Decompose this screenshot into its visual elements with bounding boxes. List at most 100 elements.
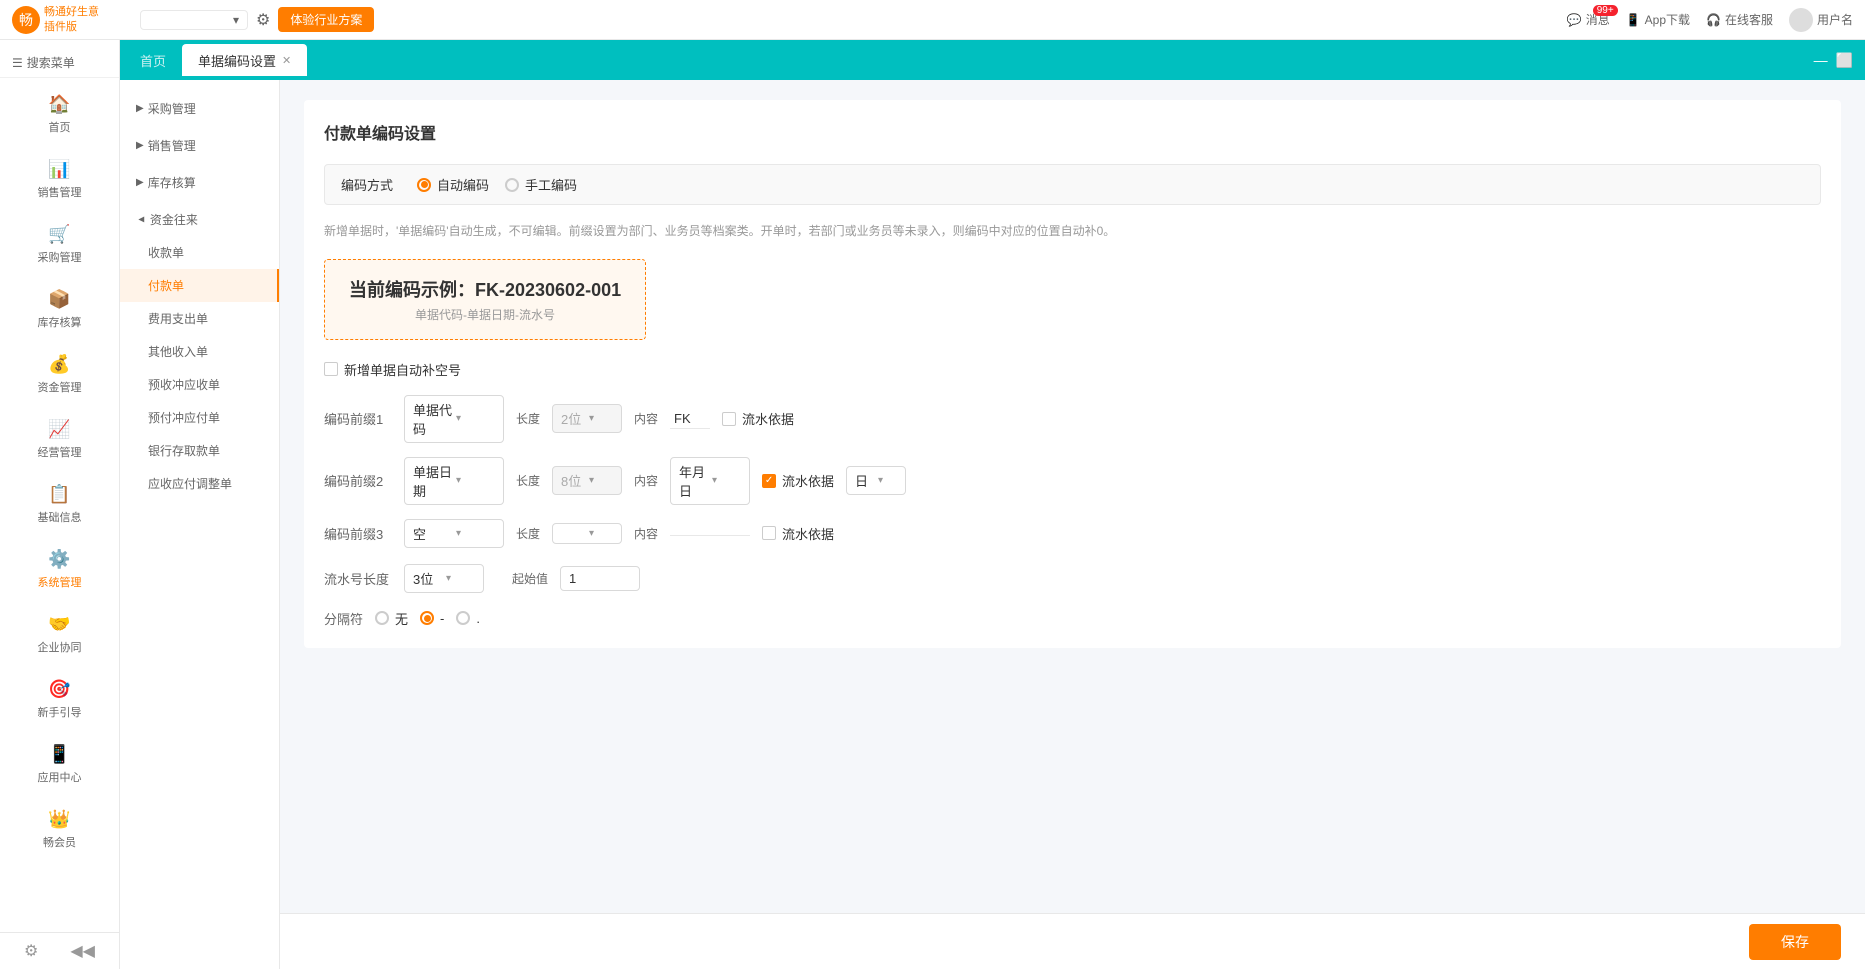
- sidebar-item-enterprise[interactable]: 🤝 企业协同: [8, 604, 111, 665]
- top-bar-left: 畅 畅通好生意 插件版 ▾ ⚙ 体验行业方案: [12, 5, 1559, 34]
- sep-dash[interactable]: -: [420, 611, 444, 626]
- sidebar-item-sales[interactable]: 📊 销售管理: [8, 149, 111, 210]
- tab-home[interactable]: 首页: [124, 44, 182, 76]
- sidebar-item-basic-label: 基础信息: [38, 509, 82, 525]
- sidebar-item-inventory[interactable]: 📦 库存核算: [8, 279, 111, 340]
- serial-length-label: 流水号长度: [324, 569, 392, 588]
- prefix3-select[interactable]: 空 ▾: [404, 519, 504, 548]
- chevron-down-icon: ▾: [446, 573, 475, 584]
- sub-sidebar-item-adjust[interactable]: 应收应付调整单: [120, 467, 279, 500]
- guide-icon: 🎯: [48, 679, 70, 700]
- gear-icon[interactable]: ⚙: [256, 10, 270, 30]
- sidebar-item-guide[interactable]: 🎯 新手引导: [8, 669, 111, 730]
- settings-icon[interactable]: ⚙: [24, 941, 38, 961]
- sidebar-item-home[interactable]: 🏠 首页: [8, 84, 111, 145]
- sep-dash-label: -: [440, 611, 444, 626]
- sub-sidebar-item-receipt[interactable]: 收款单: [120, 236, 279, 269]
- sub-sidebar-item-bank[interactable]: 银行存取款单: [120, 434, 279, 467]
- sub-sidebar-group-purchase-title[interactable]: ▶ 采购管理: [120, 92, 279, 125]
- sep-dot[interactable]: .: [456, 611, 480, 626]
- sub-sidebar-item-income[interactable]: 其他收入单: [120, 335, 279, 368]
- sidebar-item-enterprise-label: 企业协同: [38, 639, 82, 655]
- prefix1-select-value: 单据代码: [413, 400, 452, 438]
- app-download-label: App下载: [1645, 11, 1690, 28]
- sidebar-item-operations[interactable]: 📈 经营管理: [8, 409, 111, 470]
- auto-fill-checkbox[interactable]: [324, 362, 338, 376]
- prefix2-flow-checkbox[interactable]: ✓: [762, 474, 776, 488]
- sub-sidebar-item-payment[interactable]: 付款单: [120, 269, 279, 302]
- sep-none[interactable]: 无: [375, 609, 408, 628]
- sub-sidebar-group-capital-title[interactable]: ▼ 资金往来: [120, 203, 279, 236]
- prefix-form-rows: 编码前缀1 单据代码 ▾ 长度 2位 ▾ 内容: [324, 395, 1821, 548]
- enterprise-icon: 🤝: [48, 614, 70, 635]
- basic-icon: 📋: [48, 484, 70, 505]
- member-icon: 👑: [48, 809, 70, 830]
- radio-auto[interactable]: 自动编码: [417, 175, 489, 194]
- explore-btn[interactable]: 体验行业方案: [278, 7, 374, 32]
- prefix3-flow-checkbox[interactable]: [762, 526, 776, 540]
- tab-home-label: 首页: [140, 51, 166, 70]
- sub-sidebar-item-prepay[interactable]: 预付冲应付单: [120, 401, 279, 434]
- sub-sidebar-capital-label: 资金往来: [150, 211, 198, 228]
- sub-sidebar-group-sales: ▶ 销售管理: [120, 129, 279, 162]
- prefix1-length-select[interactable]: 2位 ▾: [552, 404, 622, 433]
- sidebar-item-guide-label: 新手引导: [38, 704, 82, 720]
- sidebar-item-member[interactable]: 👑 畅会员: [8, 799, 111, 860]
- chevron-down-icon: ▾: [589, 475, 613, 486]
- serial-length-select[interactable]: 3位 ▾: [404, 564, 484, 593]
- auto-fill-row: 新增单据自动补空号: [324, 360, 1821, 379]
- sub-sidebar-item-expense[interactable]: 费用支出单: [120, 302, 279, 335]
- prefix3-content-label: 内容: [634, 525, 658, 542]
- prefix2-flow-checkbox-group: ✓ 流水依据: [762, 471, 834, 490]
- encoding-mode-options: 自动编码 手工编码: [417, 175, 577, 194]
- radio-manual[interactable]: 手工编码: [505, 175, 577, 194]
- purchase-icon: 🛒: [48, 224, 70, 245]
- sub-sidebar-inventory-label: 库存核算: [148, 174, 196, 191]
- sidebar-item-apps[interactable]: 📱 应用中心: [8, 734, 111, 795]
- prefix2-length-select[interactable]: 8位 ▾: [552, 466, 622, 495]
- prefix2-select[interactable]: 单据日期 ▾: [404, 457, 504, 505]
- save-button[interactable]: 保存: [1749, 924, 1841, 960]
- sidebar-item-system[interactable]: ⚙️ 系统管理: [8, 539, 111, 600]
- sep-dash-circle: [420, 611, 434, 625]
- search-menu-label: 搜索菜单: [27, 54, 75, 71]
- tab-close-icon[interactable]: ✕: [282, 54, 291, 67]
- prefix2-content-select[interactable]: 年月日 ▾: [670, 457, 750, 505]
- sidebar-item-finance[interactable]: 💰 资金管理: [8, 344, 111, 405]
- radio-manual-circle: [505, 178, 519, 192]
- online-service-btn[interactable]: 🎧 在线客服: [1706, 11, 1773, 28]
- sub-sidebar-group-capital: ▼ 资金往来 收款单 付款单 费用支出单 其他收入单 预收冲应收单 预付冲应付单…: [120, 203, 279, 500]
- sidebar-item-basic[interactable]: 📋 基础信息: [8, 474, 111, 535]
- info-text: 新增单据时，'单据编码'自动生成，不可编辑。前缀设置为部门、业务员等档案类。开单…: [324, 221, 1821, 243]
- chevron-right-icon: ▶: [136, 103, 144, 114]
- sidebar-item-purchase[interactable]: 🛒 采购管理: [8, 214, 111, 275]
- prefix3-length-select[interactable]: ▾: [552, 523, 622, 544]
- message-btn[interactable]: 💬 消息 99+: [1567, 11, 1610, 28]
- prefix1-flow-checkbox[interactable]: [722, 412, 736, 426]
- start-value-input[interactable]: [560, 566, 640, 591]
- prefix2-content-label: 内容: [634, 472, 658, 489]
- tab-encoding[interactable]: 单据编码设置 ✕: [182, 44, 307, 76]
- prefix2-label: 编码前缀2: [324, 471, 392, 490]
- collapse-icon[interactable]: ◀◀: [70, 941, 95, 961]
- sub-sidebar-group-inventory-title[interactable]: ▶ 库存核算: [120, 166, 279, 199]
- nav-select[interactable]: ▾: [140, 10, 248, 30]
- prefix1-content-label: 内容: [634, 410, 658, 427]
- sidebar-item-home-label: 首页: [49, 119, 71, 135]
- prefix2-period-select[interactable]: 日 ▾: [846, 466, 906, 495]
- sub-sidebar-group-sales-title[interactable]: ▶ 销售管理: [120, 129, 279, 162]
- sidebar-item-finance-label: 资金管理: [38, 379, 82, 395]
- sidebar-item-purchase-label: 采购管理: [38, 249, 82, 265]
- sub-sidebar-group-inventory: ▶ 库存核算: [120, 166, 279, 199]
- user-avatar[interactable]: 用户名: [1789, 8, 1853, 32]
- sub-sidebar-item-prereceive[interactable]: 预收冲应收单: [120, 368, 279, 401]
- chevron-down-icon: ▾: [878, 475, 897, 486]
- prefix3-flow-label: 流水依据: [782, 524, 834, 543]
- tab-maximize-btn[interactable]: ⬜: [1836, 52, 1853, 69]
- app-download-btn[interactable]: 📱 App下载: [1626, 11, 1690, 28]
- tab-minimize-btn[interactable]: —: [1814, 52, 1828, 68]
- search-menu-btn[interactable]: ☰ 搜索菜单: [0, 48, 119, 78]
- prefix1-select[interactable]: 单据代码 ▾: [404, 395, 504, 443]
- prefix-row-1: 编码前缀1 单据代码 ▾ 长度 2位 ▾ 内容: [324, 395, 1821, 443]
- page-footer: 保存: [280, 913, 1865, 969]
